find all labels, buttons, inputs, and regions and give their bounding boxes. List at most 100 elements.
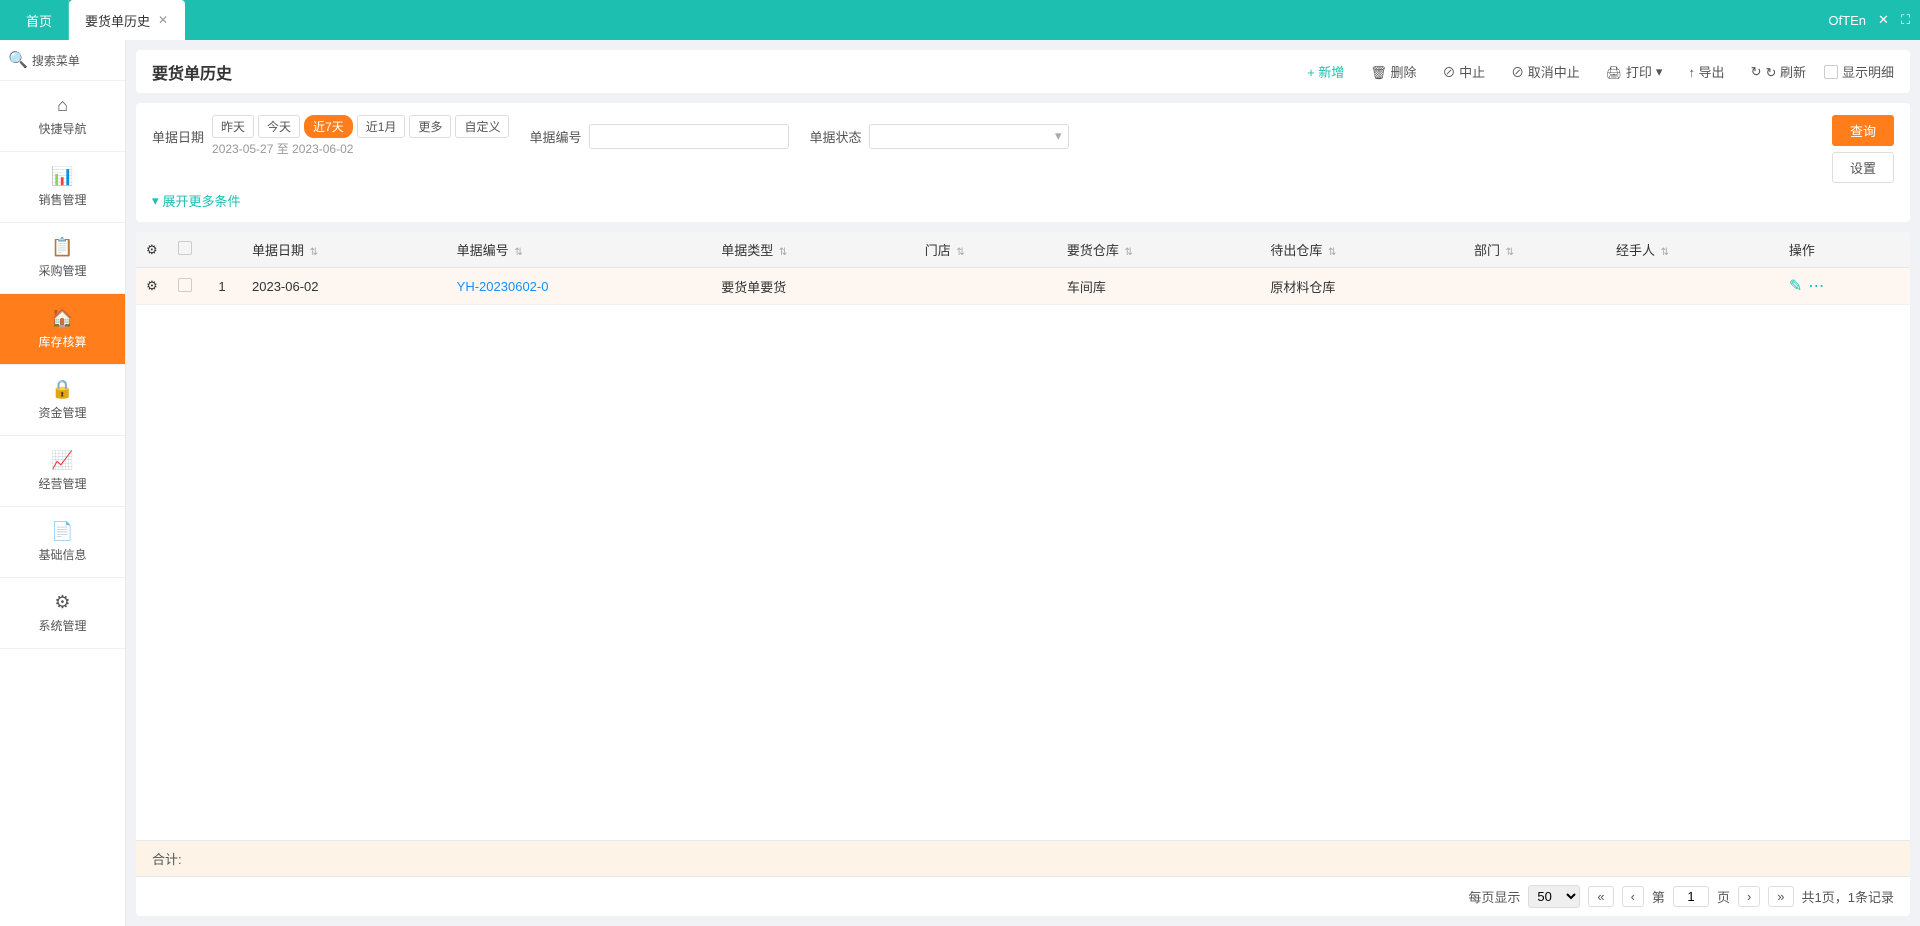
print-chevron-icon: ▾ xyxy=(1656,64,1663,80)
stop-button[interactable]: ⊘ 中止 xyxy=(1435,58,1494,85)
doc-status-input[interactable] xyxy=(869,124,1069,149)
table-row: ⚙ 1 2023-06-02 YH-20230602-0 要货单要货 车间库 原… xyxy=(136,268,1910,305)
table-header: ⚙ 单据日期 ⇅ 单据编号 ⇅ xyxy=(136,232,1910,268)
doc-number-input[interactable] xyxy=(589,124,789,149)
tab-list: 首页 要货单历史 ✕ xyxy=(10,0,185,40)
query-button[interactable]: 查询 xyxy=(1832,115,1894,146)
pagination: 每页显示 50 20 100 200 « ‹ 第 页 › » 共1页，1条记录 xyxy=(136,876,1910,916)
col-docno-sort-icon: ⇅ xyxy=(514,247,522,258)
doc-number-filter-group: 单据编号 xyxy=(529,124,789,149)
row-checkbox-box[interactable] xyxy=(178,278,192,292)
page-header: 要货单历史 + 新增 🗑 删除 ⊘ 中止 ⊘ 取消中止 🖨 打印 ▾ xyxy=(136,50,1910,93)
date-btn-today[interactable]: 今天 xyxy=(258,115,300,138)
toolbar: + 新增 🗑 删除 ⊘ 中止 ⊘ 取消中止 🖨 打印 ▾ ↑ 导出 xyxy=(1299,58,1894,85)
per-page-label: 每页显示 xyxy=(1468,887,1520,906)
row-checkbox[interactable] xyxy=(168,268,202,305)
sidebar-item-quick-nav[interactable]: ⌂ 快捷导航 xyxy=(0,81,125,152)
new-button[interactable]: + 新增 xyxy=(1299,58,1352,85)
refresh-button[interactable]: ↻ ↻ 刷新 xyxy=(1743,58,1814,85)
tab-requisition-history[interactable]: 要货单历史 ✕ xyxy=(69,0,185,40)
display-checkbox[interactable] xyxy=(1824,65,1838,79)
inventory-icon: 🏠 xyxy=(51,308,73,329)
sidebar-item-operations[interactable]: 📈 经营管理 xyxy=(0,436,125,507)
header-checkbox[interactable] xyxy=(178,241,192,255)
row-date: 2023-06-02 xyxy=(242,268,447,305)
first-page-button[interactable]: « xyxy=(1588,886,1613,907)
date-btn-custom[interactable]: 自定义 xyxy=(455,115,509,138)
last-page-button[interactable]: » xyxy=(1768,886,1793,907)
sidebar-item-sales[interactable]: 📊 销售管理 xyxy=(0,152,125,223)
row-action-edit-icon[interactable]: ✎ xyxy=(1789,276,1802,296)
sidebar-item-system[interactable]: ⚙ 系统管理 xyxy=(0,578,125,649)
col-department-sort-icon: ⇅ xyxy=(1506,247,1514,258)
col-settings-header[interactable]: ⚙ xyxy=(136,232,168,268)
table-scroll[interactable]: ⚙ 单据日期 ⇅ 单据编号 ⇅ xyxy=(136,232,1910,840)
sidebar-item-quick-nav-label: 快捷导航 xyxy=(38,120,86,137)
setting-button[interactable]: 设置 xyxy=(1832,152,1894,183)
new-button-label: + 新增 xyxy=(1307,62,1344,81)
col-req-warehouse-header[interactable]: 要货仓库 ⇅ xyxy=(1057,232,1261,268)
search-icon: 🔍 xyxy=(8,50,28,70)
display-toggle[interactable]: 显示明细 xyxy=(1824,62,1894,81)
col-doctype-header[interactable]: 单据类型 ⇅ xyxy=(711,232,915,268)
window-maximize-icon[interactable]: ⛶ xyxy=(1901,12,1910,28)
doc-status-filter-group: 单据状态 ▾ xyxy=(809,124,1069,149)
col-pending-warehouse-header[interactable]: 待出仓库 ⇅ xyxy=(1260,232,1464,268)
display-toggle-label: 显示明细 xyxy=(1842,62,1894,81)
col-date-header[interactable]: 单据日期 ⇅ xyxy=(242,232,447,268)
sidebar-item-inventory[interactable]: 🏠 库存核算 xyxy=(0,294,125,365)
row-doc-no[interactable]: YH-20230602-0 xyxy=(447,268,712,305)
sidebar-search[interactable]: 🔍 搜索菜单 xyxy=(0,40,125,81)
page-input[interactable] xyxy=(1673,886,1709,907)
sidebar-item-purchase[interactable]: 📋 采购管理 xyxy=(0,223,125,294)
export-button[interactable]: ↑ 导出 xyxy=(1680,58,1732,85)
total-label: 共1页，1条记录 xyxy=(1802,887,1894,906)
prev-page-button[interactable]: ‹ xyxy=(1622,886,1644,907)
date-shortcuts: 昨天 今天 近7天 近1月 更多 自定义 2023-05-27 至 2023-0… xyxy=(212,115,509,157)
expand-chevron-icon: ▾ xyxy=(152,193,159,209)
stop-button-label: ⊘ 中止 xyxy=(1443,62,1486,81)
filter-buttons: 查询 设置 xyxy=(1832,115,1894,183)
date-btn-yesterday[interactable]: 昨天 xyxy=(212,115,254,138)
tab-requisition-label: 要货单历史 xyxy=(85,11,150,30)
home-icon: ⌂ xyxy=(57,95,68,116)
col-store-sort-icon: ⇅ xyxy=(956,247,964,258)
col-pending-warehouse-sort-icon: ⇅ xyxy=(1328,247,1336,258)
tab-home[interactable]: 首页 xyxy=(10,0,69,40)
row-settings-icon[interactable]: ⚙ xyxy=(136,268,168,305)
sales-icon: 📊 xyxy=(51,166,73,187)
table-header-row: ⚙ 单据日期 ⇅ 单据编号 ⇅ xyxy=(136,232,1910,268)
col-checkbox-header[interactable] xyxy=(168,232,202,268)
top-bar: 首页 要货单历史 ✕ OfTEn ✕ ⛶ xyxy=(0,0,1920,40)
cancel-stop-button[interactable]: ⊘ 取消中止 xyxy=(1503,58,1588,85)
col-action-header: 操作 xyxy=(1779,232,1910,268)
col-handler-header[interactable]: 经手人 ⇅ xyxy=(1606,232,1779,268)
date-btn-7days[interactable]: 近7天 xyxy=(304,115,353,138)
date-shortcut-list: 昨天 今天 近7天 近1月 更多 自定义 xyxy=(212,115,509,138)
brand-label: OfTEn xyxy=(1828,13,1866,28)
date-btn-more[interactable]: 更多 xyxy=(409,115,451,138)
sidebar-search-label: 搜索菜单 xyxy=(32,52,80,69)
print-button[interactable]: 🖨 打印 ▾ xyxy=(1598,58,1671,85)
expand-more[interactable]: ▾ 展开更多条件 xyxy=(152,191,1894,210)
sidebar: 🔍 搜索菜单 ⌂ 快捷导航 📊 销售管理 📋 采购管理 🏠 库存核算 🔒 资金管… xyxy=(0,40,126,926)
page-suffix: 页 xyxy=(1717,887,1730,906)
delete-button[interactable]: 🗑 删除 xyxy=(1362,58,1424,85)
date-btn-1month[interactable]: 近1月 xyxy=(357,115,406,138)
sidebar-item-finance[interactable]: 🔒 资金管理 xyxy=(0,365,125,436)
sidebar-item-basic-info[interactable]: 📄 基础信息 xyxy=(0,507,125,578)
per-page-select[interactable]: 50 20 100 200 xyxy=(1528,885,1580,908)
col-store-header[interactable]: 门店 ⇅ xyxy=(915,232,1057,268)
row-store xyxy=(915,268,1057,305)
window-close-icon[interactable]: ✕ xyxy=(1878,12,1889,28)
tab-close-icon[interactable]: ✕ xyxy=(158,13,168,27)
tab-home-label: 首页 xyxy=(26,11,52,30)
export-button-label: ↑ 导出 xyxy=(1688,62,1724,81)
col-department-header[interactable]: 部门 ⇅ xyxy=(1464,232,1606,268)
col-req-warehouse-sort-icon: ⇅ xyxy=(1124,247,1132,258)
col-docno-header[interactable]: 单据编号 ⇅ xyxy=(447,232,712,268)
row-action-more-icon[interactable]: ⋯ xyxy=(1808,276,1824,296)
table-body: ⚙ 1 2023-06-02 YH-20230602-0 要货单要货 车间库 原… xyxy=(136,268,1910,305)
row-req-warehouse: 车间库 xyxy=(1057,268,1261,305)
next-page-button[interactable]: › xyxy=(1738,886,1760,907)
